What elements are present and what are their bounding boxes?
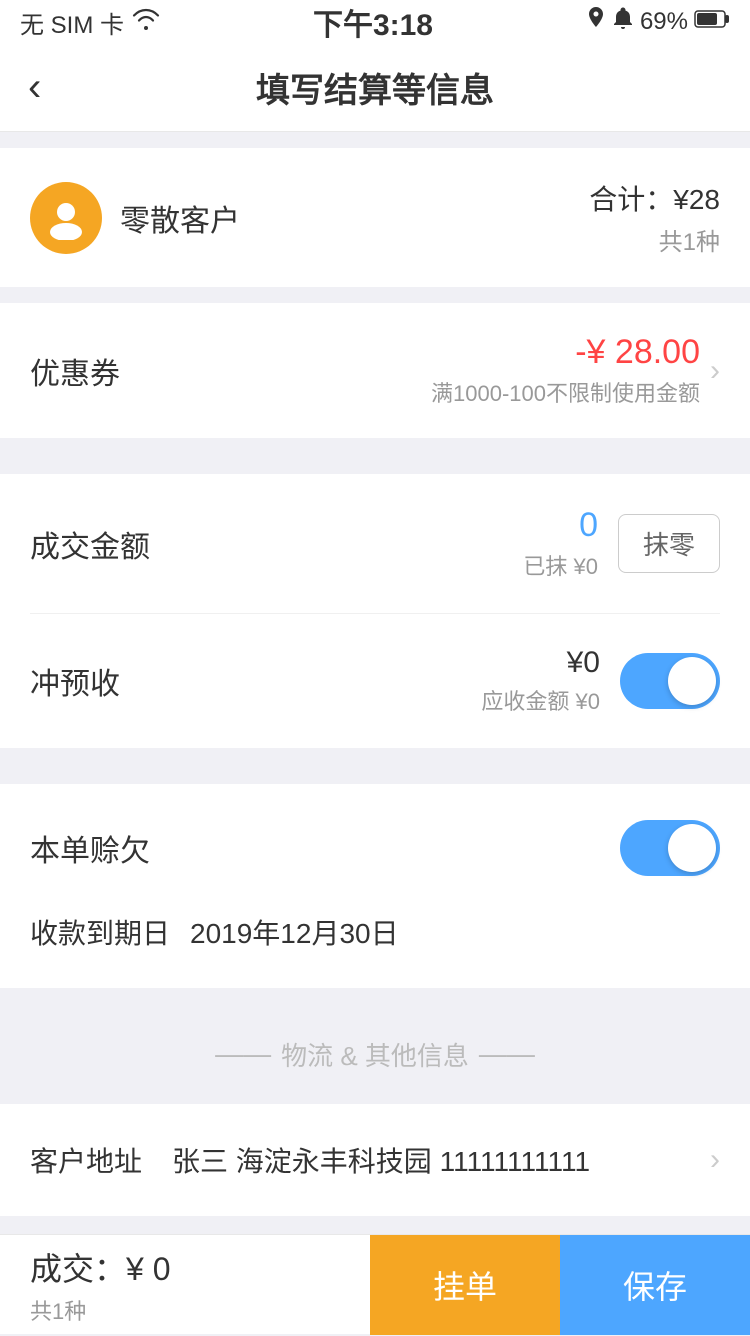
customer-row: 零散客户 合计：¥28 共1种 <box>0 148 750 287</box>
prepay-right: ¥0 应收金额 ¥0 <box>481 646 720 716</box>
debt-label: 本单赊欠 <box>30 826 150 870</box>
location-icon <box>586 7 606 38</box>
coupon-row[interactable]: 优惠券 -¥ 28.00 满1000-100不限制使用金额 › <box>0 303 750 438</box>
due-date: 2019年12月30日 <box>190 912 399 952</box>
section-gap-2 <box>0 764 750 784</box>
section-gap-1 <box>0 454 750 474</box>
bottom-count: 共1种 <box>30 1294 340 1326</box>
coupon-amount: -¥ 28.00 <box>431 333 700 372</box>
customer-total-wrapper: 合计：¥28 共1种 <box>589 178 720 257</box>
prepay-label: 冲预收 <box>30 659 120 703</box>
back-button[interactable]: ‹ <box>28 65 41 110</box>
debt-section: 本单赊欠 收款到期日 2019年12月30日 <box>0 784 750 988</box>
page-title: 填写结算等信息 <box>256 63 494 112</box>
pending-button[interactable]: 挂单 <box>370 1235 560 1335</box>
transaction-sub: 已抹 ¥0 <box>523 549 598 581</box>
status-time: 下午3:18 <box>313 0 433 44</box>
status-left: 无 SIM 卡 <box>20 5 160 40</box>
prepay-amount-wrapper: ¥0 应收金额 ¥0 <box>481 646 600 716</box>
coupon-section: 优惠券 -¥ 28.00 满1000-100不限制使用金额 › <box>0 303 750 438</box>
section-gap-3 <box>0 1004 750 1024</box>
bottom-bar: 成交：¥ 0 共1种 挂单 保存 <box>0 1234 750 1334</box>
address-row[interactable]: 客户地址 张三 海淀永丰科技园 11111111111 › <box>30 1104 720 1216</box>
address-section: 客户地址 张三 海淀永丰科技园 11111111111 › <box>0 1104 750 1216</box>
address-value: 张三 海淀永丰科技园 11111111111 <box>172 1140 700 1180</box>
customer-left: 零散客户 <box>30 182 240 254</box>
deal-label: 成交： <box>30 1251 126 1287</box>
coupon-right: -¥ 28.00 满1000-100不限制使用金额 › <box>431 333 720 408</box>
due-label: 收款到期日 <box>30 912 170 952</box>
prepay-row: 冲预收 ¥0 应收金额 ¥0 <box>30 613 720 748</box>
logistics-right-line: —— <box>479 1038 535 1070</box>
customer-count: 共1种 <box>589 222 720 257</box>
transaction-amount-wrapper: 0 已抹 ¥0 <box>523 506 598 581</box>
nav-bar: ‹ 填写结算等信息 <box>0 44 750 132</box>
prepay-amount: ¥0 <box>481 646 600 680</box>
status-right: 69% <box>586 7 730 38</box>
battery-icon <box>694 8 730 36</box>
round-button[interactable]: 抹零 <box>618 514 720 573</box>
transaction-amount: 0 <box>523 506 598 545</box>
transaction-row: 成交金额 0 已抹 ¥0 抹零 <box>30 474 720 613</box>
address-label: 客户地址 <box>30 1140 142 1180</box>
customer-name: 零散客户 <box>120 196 240 240</box>
avatar <box>30 182 102 254</box>
status-bar: 无 SIM 卡 下午3:18 69% <box>0 0 750 44</box>
coupon-value-wrapper: -¥ 28.00 满1000-100不限制使用金额 <box>431 333 700 408</box>
logistics-divider: —— 物流 & 其他信息 —— <box>0 1024 750 1084</box>
transaction-label: 成交金额 <box>30 522 150 566</box>
battery-percent: 69% <box>640 8 688 36</box>
debt-row: 本单赊欠 <box>30 784 720 912</box>
prepay-sub: 应收金额 ¥0 <box>481 684 600 716</box>
coupon-label: 优惠券 <box>30 349 120 393</box>
deal-amount: ¥ 0 <box>126 1251 170 1287</box>
due-row: 收款到期日 2019年12月30日 <box>30 912 720 988</box>
coupon-desc: 满1000-100不限制使用金额 <box>431 376 700 408</box>
prepay-toggle[interactable] <box>620 653 720 709</box>
debt-toggle[interactable] <box>620 820 720 876</box>
save-button[interactable]: 保存 <box>560 1235 750 1335</box>
logistics-left-line: —— <box>215 1038 271 1070</box>
wifi-icon <box>132 8 160 37</box>
bottom-deal: 成交：¥ 0 <box>30 1244 340 1290</box>
alarm-icon <box>612 7 634 38</box>
toggle-knob <box>668 657 716 705</box>
logistics-label: 物流 & 其他信息 <box>281 1036 469 1073</box>
transaction-right: 0 已抹 ¥0 抹零 <box>523 506 720 581</box>
bottom-info: 成交：¥ 0 共1种 <box>0 1244 370 1326</box>
coupon-chevron-icon: › <box>710 354 720 388</box>
carrier-text: 无 SIM 卡 <box>20 5 124 40</box>
transaction-section: 成交金额 0 已抹 ¥0 抹零 冲预收 ¥0 应收金额 ¥0 <box>0 474 750 748</box>
customer-total: 合计：¥28 <box>589 178 720 218</box>
section-gap-4 <box>0 1084 750 1104</box>
address-chevron-icon: › <box>710 1143 720 1177</box>
debt-toggle-knob <box>668 824 716 872</box>
